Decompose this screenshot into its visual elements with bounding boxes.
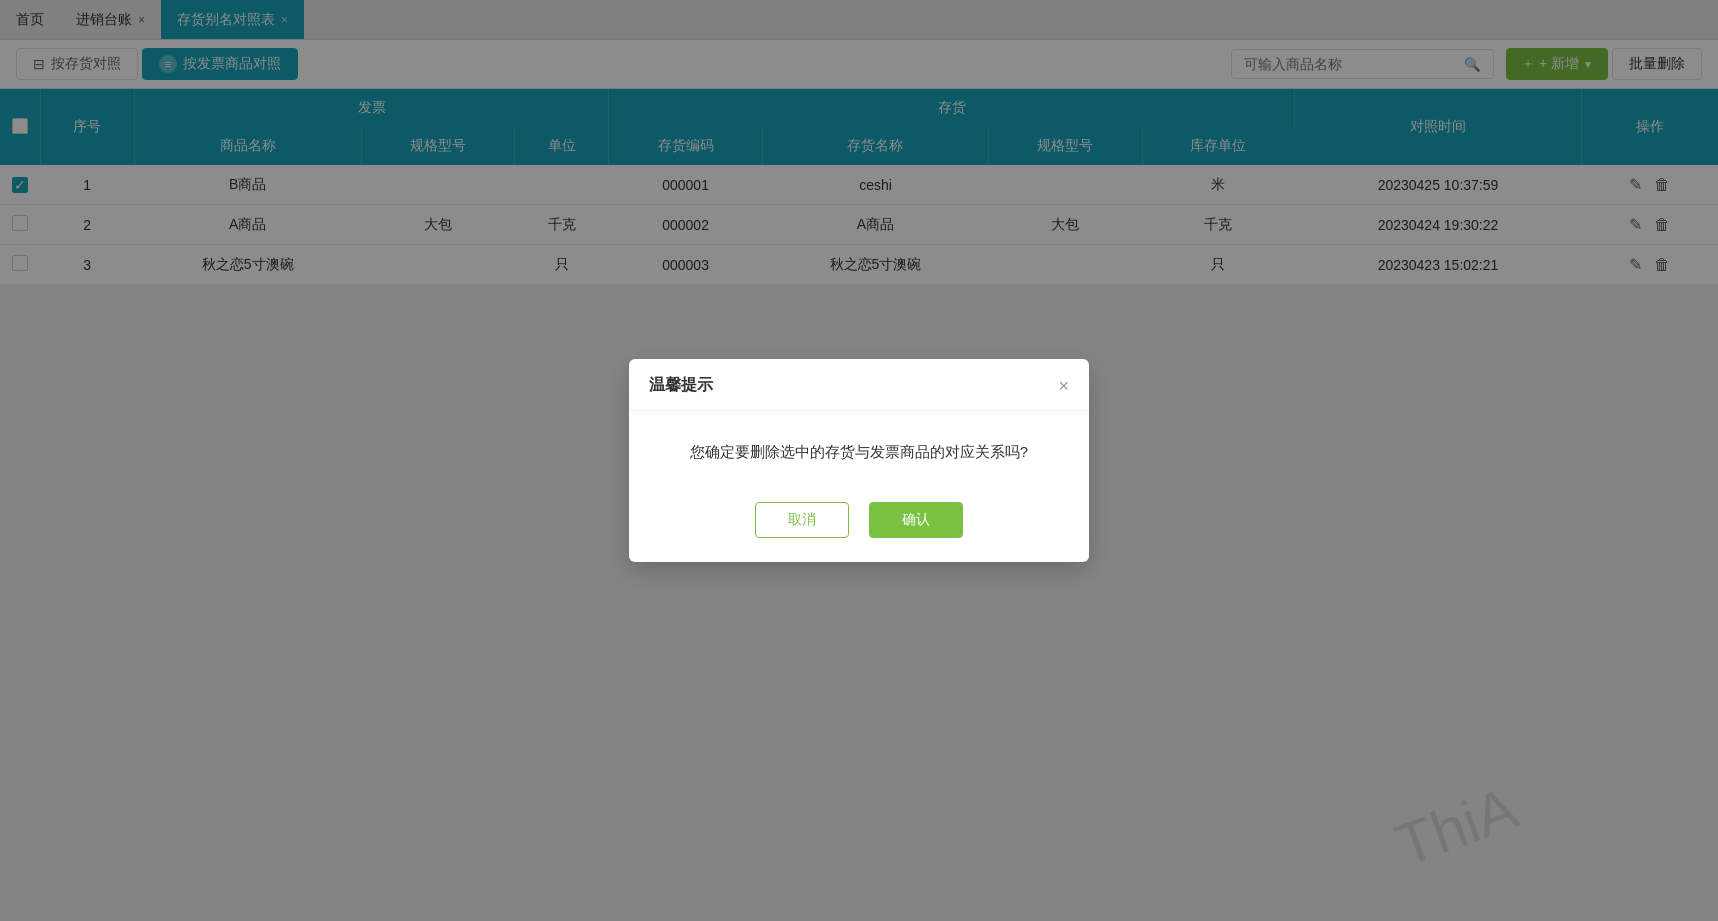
modal-overlay[interactable]: 温馨提示 × 您确定要删除选中的存货与发票商品的对应关系吗? 取消 确认 <box>0 0 1718 285</box>
